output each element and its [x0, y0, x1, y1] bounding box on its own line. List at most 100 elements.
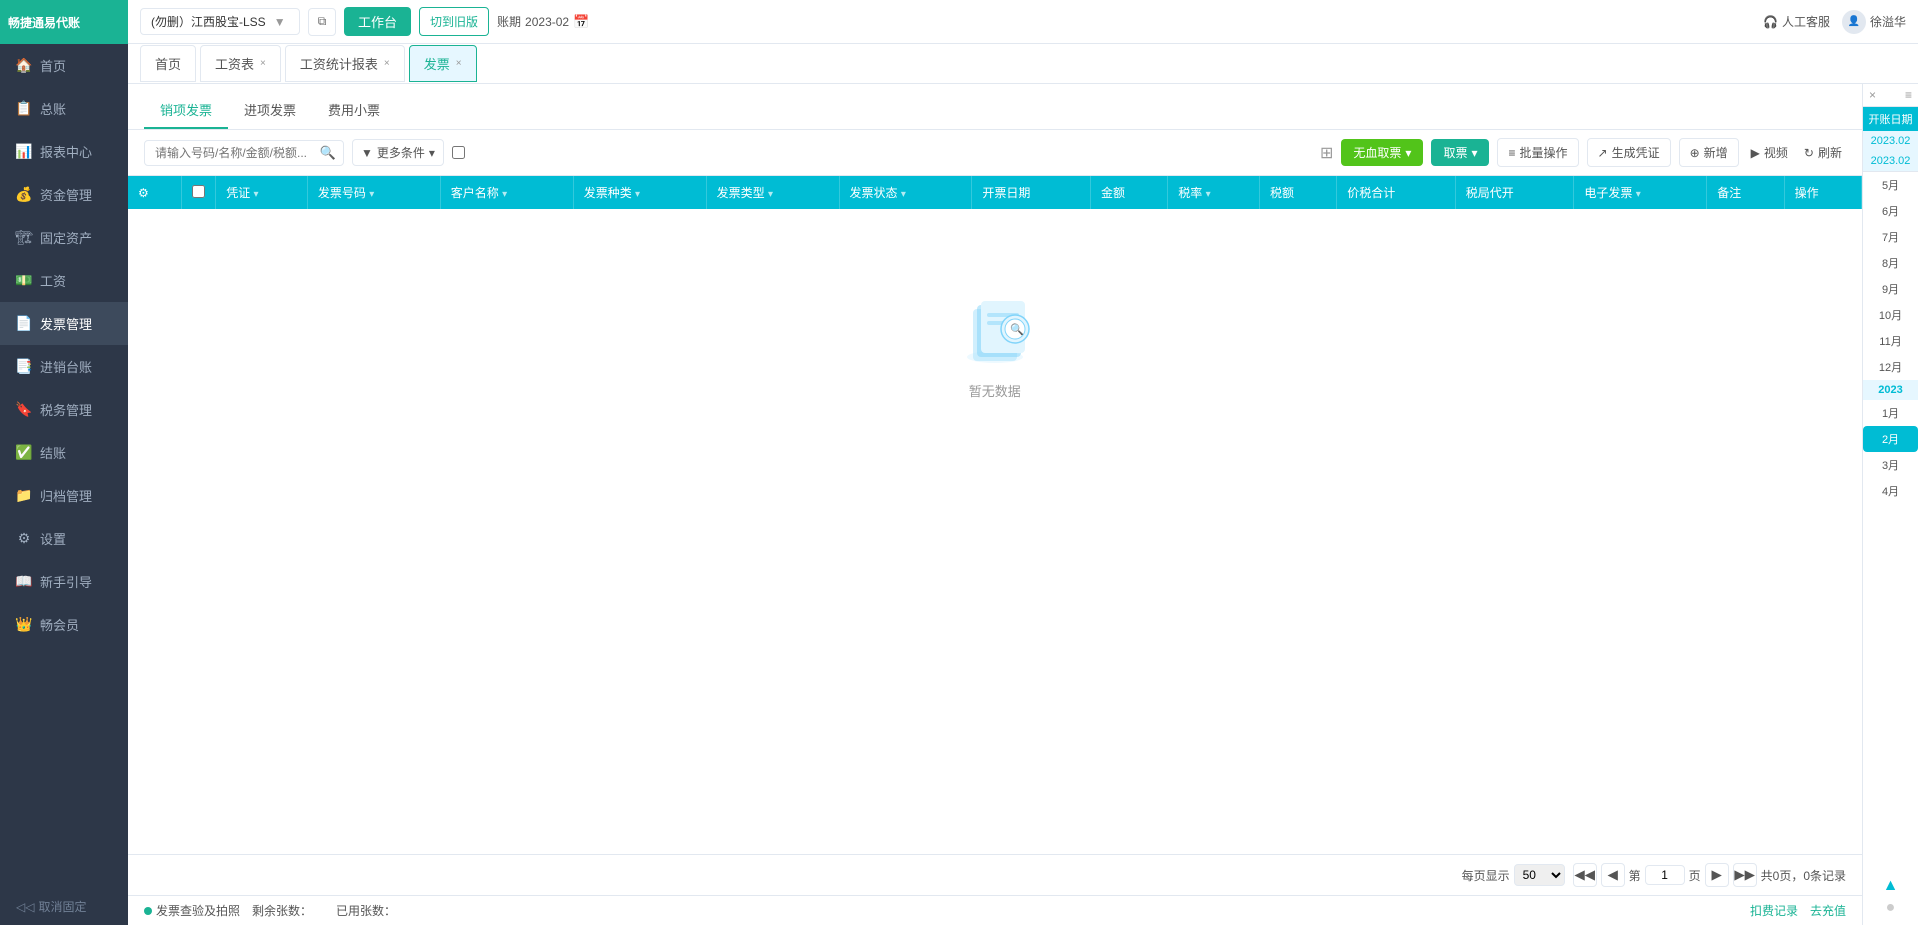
- bottom-bar: 发票查验及拍照 剩余张数： 已用张数： 扣费记录 去充值: [128, 895, 1862, 925]
- sidebar-item-archive[interactable]: 📁 归档管理: [0, 474, 128, 517]
- deduction-link[interactable]: 扣费记录: [1750, 902, 1798, 919]
- month-2-active[interactable]: 2月: [1863, 426, 1918, 452]
- tab-salary[interactable]: 工资表 ×: [200, 45, 281, 82]
- date-up-icon[interactable]: ▲: [1883, 877, 1899, 895]
- first-page-button[interactable]: ◀◀: [1573, 863, 1597, 887]
- month-9[interactable]: 9月: [1863, 276, 1918, 302]
- month-6[interactable]: 6月: [1863, 198, 1918, 224]
- sidebar-item-member[interactable]: 👑 畅会员: [0, 603, 128, 646]
- reports-icon: 📊: [16, 144, 32, 160]
- invoice-tab-label: 发票: [424, 54, 450, 73]
- switch-button[interactable]: 切到旧版: [419, 7, 489, 36]
- company-selector[interactable]: (勿删）江西股宝-LSS ▼: [140, 8, 300, 35]
- used-label: 已用张数：: [336, 902, 396, 919]
- funds-icon: 💰: [16, 187, 32, 203]
- sidebar-item-label: 新手引导: [40, 572, 92, 591]
- batch-ops-button[interactable]: ≡ 批量操作: [1497, 138, 1578, 167]
- copy-button[interactable]: ⧉: [308, 8, 336, 36]
- last-page-button[interactable]: ▶▶: [1733, 863, 1757, 887]
- remaining-label: 剩余张数：: [252, 902, 312, 919]
- current-period-header-2[interactable]: 2023.02: [1863, 151, 1918, 172]
- sidebar-logo: 畅捷通易代账: [0, 0, 128, 44]
- sidebar-bottom-pin[interactable]: ◁◁ 取消固定: [0, 888, 128, 925]
- sidebar-item-salary[interactable]: 💵 工资: [0, 259, 128, 302]
- close-date-panel-icon[interactable]: ×: [1869, 88, 1876, 102]
- search-input[interactable]: [144, 140, 344, 166]
- expand-date-panel-icon[interactable]: ≡: [1905, 88, 1912, 102]
- video-button[interactable]: ▶ 视频: [1747, 139, 1792, 166]
- month-3[interactable]: 3月: [1863, 452, 1918, 478]
- invoice-icon: 📄: [16, 316, 32, 332]
- empty-illustration: 🔍: [955, 289, 1035, 369]
- close-salary-tab-icon[interactable]: ×: [260, 58, 266, 69]
- month-11[interactable]: 11月: [1863, 328, 1918, 354]
- th-tax-bureau: 税局代开: [1455, 176, 1574, 209]
- salary-icon: 💵: [16, 273, 32, 289]
- th-checkbox[interactable]: [182, 176, 216, 209]
- recharge-link[interactable]: 去充值: [1810, 902, 1846, 919]
- sidebar-item-sales[interactable]: 📑 进销台账: [0, 345, 128, 388]
- subtab-receipts[interactable]: 费用小票: [312, 92, 396, 129]
- date-panel-bottom-icons: ▲ ●: [1863, 869, 1918, 925]
- date-down-icon[interactable]: ●: [1886, 899, 1896, 917]
- sidebar-item-assets[interactable]: 🏗 固定资产: [0, 216, 128, 259]
- subtab-outgoing[interactable]: 销项发票: [144, 92, 228, 129]
- take-ticket-button[interactable]: 取票 ▾: [1431, 139, 1489, 166]
- period-info: 账期 2023-02 📅: [497, 13, 589, 30]
- page-number-input[interactable]: [1645, 865, 1685, 885]
- grid-view-icon[interactable]: ⊞: [1320, 143, 1333, 163]
- salary-stats-tab-label: 工资统计报表: [300, 54, 378, 73]
- detail-checkbox-input[interactable]: [452, 146, 465, 159]
- show-detail-checkbox[interactable]: [452, 146, 469, 159]
- month-12[interactable]: 12月: [1863, 354, 1918, 380]
- refresh-button[interactable]: ↻ 刷新: [1800, 139, 1846, 166]
- sidebar-item-close[interactable]: ✅ 结账: [0, 431, 128, 474]
- user-button[interactable]: 👤 徐溢华: [1842, 10, 1906, 34]
- tab-invoice[interactable]: 发票 ×: [409, 45, 477, 82]
- prev-page-button[interactable]: ◀: [1601, 863, 1625, 887]
- assets-icon: 🏗: [16, 230, 32, 246]
- page-size-select[interactable]: 50 100 200: [1514, 864, 1565, 886]
- th-electronic: 电子发票 ▾: [1574, 176, 1707, 209]
- month-4[interactable]: 4月: [1863, 478, 1918, 504]
- subtab-incoming[interactable]: 进项发票: [228, 92, 312, 129]
- sidebar-item-label: 进销台账: [40, 357, 92, 376]
- sort-invoice-no-icon: ▾: [369, 189, 374, 200]
- sidebar-item-tax[interactable]: 🔖 税务管理: [0, 388, 128, 431]
- sidebar-item-label: 总账: [40, 99, 66, 118]
- sidebar-item-label: 固定资产: [40, 228, 92, 247]
- current-period-header-1[interactable]: 2023.02: [1863, 131, 1918, 151]
- filter-button[interactable]: ▼ 更多条件 ▾: [352, 139, 444, 166]
- close-salary-stats-tab-icon[interactable]: ×: [384, 58, 390, 69]
- generate-voucher-button[interactable]: ↗ 生成凭证: [1587, 138, 1671, 167]
- select-all-checkbox[interactable]: [192, 185, 205, 198]
- th-settings[interactable]: ⚙: [128, 176, 182, 209]
- sidebar-item-guide[interactable]: 📖 新手引导: [0, 560, 128, 603]
- subtab-receipts-label: 费用小票: [328, 103, 380, 118]
- date-panel: × ≡ 开账日期 2023.02 2023.02 5月 6月 7月 8月 9月 …: [1862, 84, 1918, 925]
- sidebar-item-settings[interactable]: ⚙ 设置: [0, 517, 128, 560]
- close-invoice-tab-icon[interactable]: ×: [456, 58, 462, 69]
- tab-home[interactable]: 首页: [140, 45, 196, 82]
- member-icon: 👑: [16, 617, 32, 633]
- service-button[interactable]: 🎧 人工客服: [1763, 13, 1830, 30]
- invoice-verify[interactable]: 发票查验及拍照: [144, 902, 240, 919]
- month-8[interactable]: 8月: [1863, 250, 1918, 276]
- month-10[interactable]: 10月: [1863, 302, 1918, 328]
- month-1[interactable]: 1月: [1863, 400, 1918, 426]
- workspace-button[interactable]: 工作台: [344, 7, 411, 36]
- table-container: ⚙ 凭证 ▾ 发票号码 ▾ 客户名称 ▾ 发票种类 ▾ 发票类型 ▾ 发票状态 …: [128, 176, 1862, 854]
- sidebar-item-reports[interactable]: 📊 报表中心: [0, 130, 128, 173]
- verify-label: 发票查验及拍照: [156, 902, 240, 919]
- new-button[interactable]: ⊕ 新增: [1679, 138, 1739, 167]
- no-tax-button[interactable]: 无血取票 ▾: [1341, 139, 1423, 166]
- open-period-button[interactable]: 开账日期: [1863, 107, 1918, 131]
- sidebar-item-invoice[interactable]: 📄 发票管理: [0, 302, 128, 345]
- sidebar-item-funds[interactable]: 💰 资金管理: [0, 173, 128, 216]
- next-page-button[interactable]: ▶: [1705, 863, 1729, 887]
- tab-salary-stats[interactable]: 工资统计报表 ×: [285, 45, 405, 82]
- sidebar-item-ledger[interactable]: 📋 总账: [0, 87, 128, 130]
- month-5[interactable]: 5月: [1863, 172, 1918, 198]
- sidebar-item-home[interactable]: 🏠 首页: [0, 44, 128, 87]
- month-7[interactable]: 7月: [1863, 224, 1918, 250]
